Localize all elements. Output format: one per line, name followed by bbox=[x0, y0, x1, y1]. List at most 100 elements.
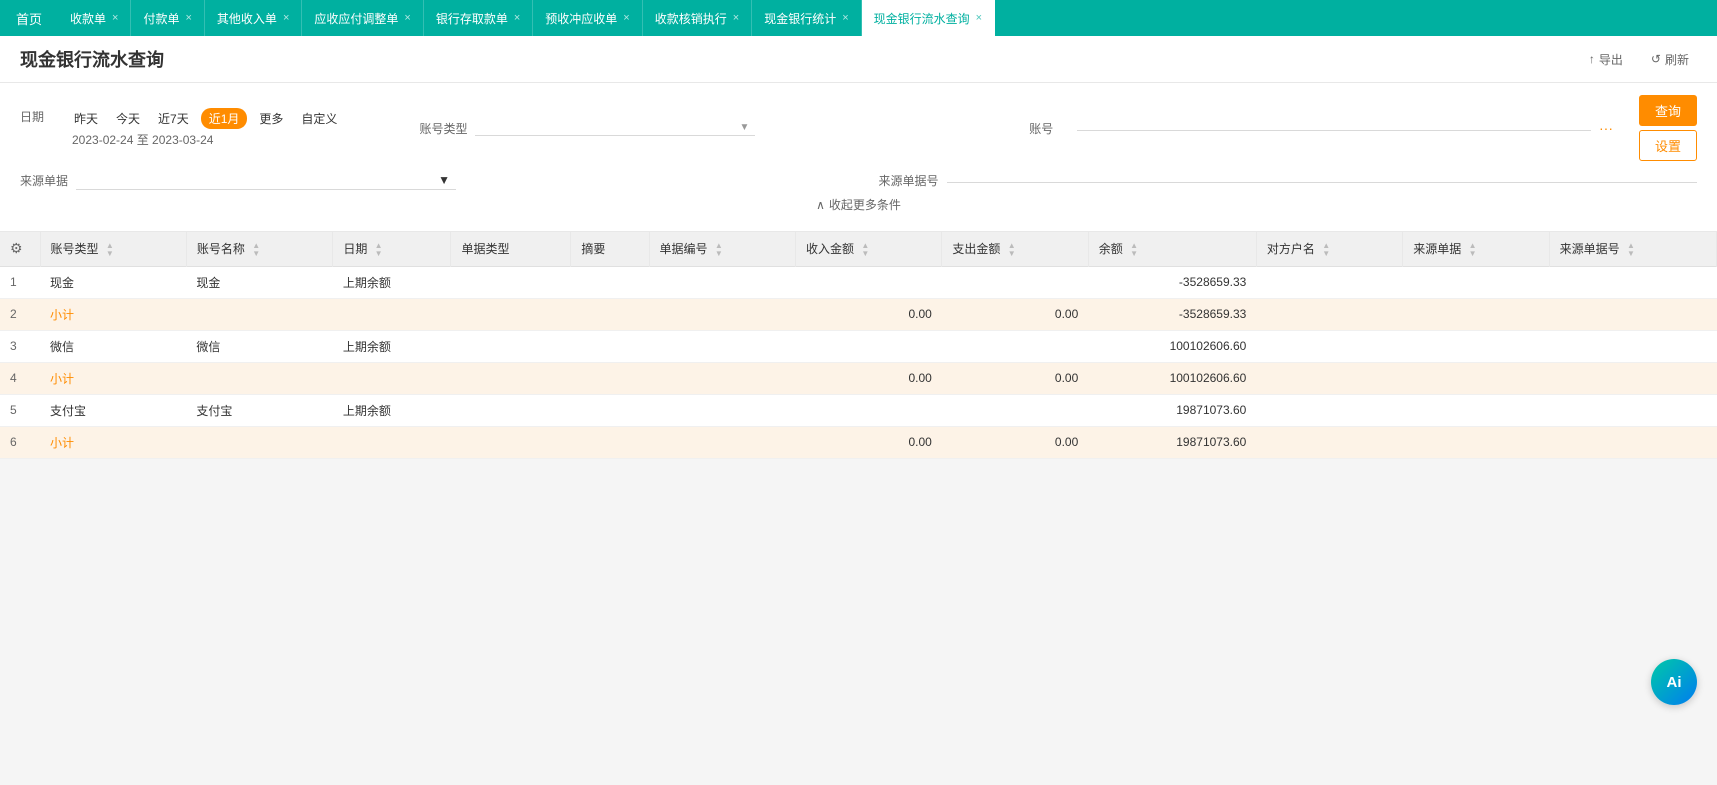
ai-assistant-button[interactable]: Ai bbox=[1651, 659, 1697, 705]
account-more-btn[interactable]: ··· bbox=[1599, 120, 1613, 136]
date-btn-7days[interactable]: 近7天 bbox=[152, 108, 195, 129]
gear-icon[interactable]: ⚙ bbox=[10, 240, 23, 256]
tab-银行存取款单[interactable]: 银行存取款单 × bbox=[424, 0, 533, 36]
th-balance[interactable]: 余额 ▲▼ bbox=[1088, 232, 1256, 266]
tab-现金银行流水查询[interactable]: 现金银行流水查询 × bbox=[862, 0, 995, 36]
close-现金银行流水查询[interactable]: × bbox=[976, 12, 982, 24]
cell-doc-no bbox=[649, 394, 795, 426]
close-应收应付调整单[interactable]: × bbox=[404, 12, 410, 24]
cell-doc-type bbox=[451, 266, 571, 298]
date-btn-more[interactable]: 更多 bbox=[253, 108, 289, 129]
date-btn-1month[interactable]: 近1月 bbox=[201, 108, 248, 129]
date-btn-yesterday[interactable]: 昨天 bbox=[68, 108, 104, 129]
th-date[interactable]: 日期 ▲▼ bbox=[333, 232, 451, 266]
cell-source-doc-no bbox=[1549, 362, 1716, 394]
th-doc-no[interactable]: 单据编号 ▲▼ bbox=[649, 232, 795, 266]
cell-doc-no bbox=[649, 330, 795, 362]
account-label: 账号 bbox=[1029, 120, 1069, 137]
close-预收冲应收单[interactable]: × bbox=[623, 12, 629, 24]
export-icon: ↑ bbox=[1589, 52, 1595, 66]
export-button[interactable]: ↑ 导出 bbox=[1581, 47, 1631, 72]
close-收款核销执行[interactable]: × bbox=[733, 12, 739, 24]
tab-预收冲应收单[interactable]: 预收冲应收单 × bbox=[533, 0, 642, 36]
sort-account-name-icon: ▲▼ bbox=[252, 242, 260, 258]
th-account-name[interactable]: 账号名称 ▲▼ bbox=[186, 232, 332, 266]
cell-account-name bbox=[186, 362, 332, 394]
cell-account-type: 小计 bbox=[40, 298, 186, 330]
source-doc-label: 来源单据 bbox=[20, 172, 68, 189]
th-income[interactable]: 收入金额 ▲▼ bbox=[795, 232, 941, 266]
th-account-type[interactable]: 账号类型 ▲▼ bbox=[40, 232, 186, 266]
close-收款单[interactable]: × bbox=[112, 12, 118, 24]
tab-应收应付调整单[interactable]: 应收应付调整单 × bbox=[302, 0, 423, 36]
table-row: 2小计0.000.00-3528659.33 bbox=[0, 298, 1717, 330]
cell-expense: 0.00 bbox=[942, 362, 1088, 394]
cell-row-num: 5 bbox=[0, 394, 40, 426]
tab-收款单[interactable]: 收款单 × bbox=[58, 0, 131, 36]
cell-counterparty bbox=[1256, 330, 1402, 362]
table-row: 3微信微信上期余额100102606.60 bbox=[0, 330, 1717, 362]
cell-balance: -3528659.33 bbox=[1088, 298, 1256, 330]
cell-source-doc bbox=[1403, 362, 1549, 394]
table-header-row: ⚙ 账号类型 ▲▼ 账号名称 ▲▼ 日期 ▲▼ 单据类型 摘要 单据编号 bbox=[0, 232, 1717, 266]
th-source-doc-no[interactable]: 来源单据号 ▲▼ bbox=[1549, 232, 1716, 266]
subtotal-label: 小计 bbox=[50, 308, 74, 322]
cell-balance: 19871073.60 bbox=[1088, 394, 1256, 426]
cell-summary bbox=[571, 426, 649, 458]
query-button[interactable]: 查询 bbox=[1639, 95, 1697, 126]
cell-doc-type bbox=[451, 426, 571, 458]
cell-date bbox=[333, 362, 451, 394]
date-btn-custom[interactable]: 自定义 bbox=[295, 108, 343, 129]
cell-account-name: 支付宝 bbox=[186, 394, 332, 426]
tab-付款单[interactable]: 付款单 × bbox=[131, 0, 204, 36]
cell-account-type: 微信 bbox=[40, 330, 186, 362]
sort-date-icon: ▲▼ bbox=[375, 242, 383, 258]
date-buttons: 昨天 今天 近7天 近1月 更多 自定义 bbox=[68, 108, 343, 129]
sort-counterparty-icon: ▲▼ bbox=[1322, 242, 1330, 258]
cell-expense bbox=[942, 394, 1088, 426]
source-doc-select[interactable]: ▼ bbox=[76, 171, 456, 190]
tab-现金银行统计[interactable]: 现金银行统计 × bbox=[752, 0, 861, 36]
source-doc-no-input[interactable] bbox=[947, 178, 1697, 183]
setting-button[interactable]: 设置 bbox=[1639, 130, 1697, 161]
cell-source-doc-no bbox=[1549, 394, 1716, 426]
cell-source-doc bbox=[1403, 266, 1549, 298]
page-header: 现金银行流水查询 ↑ 导出 ↺ 刷新 bbox=[0, 36, 1717, 83]
tab-收款核销执行[interactable]: 收款核销执行 × bbox=[643, 0, 752, 36]
close-付款单[interactable]: × bbox=[185, 12, 191, 24]
close-银行存取款单[interactable]: × bbox=[514, 12, 520, 24]
th-counterparty[interactable]: 对方户名 ▲▼ bbox=[1256, 232, 1402, 266]
date-btn-today[interactable]: 今天 bbox=[110, 108, 146, 129]
cell-income bbox=[795, 266, 941, 298]
close-现金银行统计[interactable]: × bbox=[842, 12, 848, 24]
cell-source-doc bbox=[1403, 426, 1549, 458]
cell-source-doc bbox=[1403, 394, 1549, 426]
table-body: 1现金现金上期余额-3528659.332小计0.000.00-3528659.… bbox=[0, 266, 1717, 458]
top-nav: 首页 收款单 × 付款单 × 其他收入单 × 应收应付调整单 × 银行存取款单 … bbox=[0, 0, 1717, 36]
refresh-button[interactable]: ↺ 刷新 bbox=[1643, 47, 1697, 72]
account-input[interactable] bbox=[1077, 126, 1591, 131]
cell-doc-type bbox=[451, 394, 571, 426]
table-row: 6小计0.000.0019871073.60 bbox=[0, 426, 1717, 458]
refresh-icon: ↺ bbox=[1651, 52, 1661, 66]
source-doc-no-label: 来源单据号 bbox=[879, 172, 939, 189]
cell-row-num: 2 bbox=[0, 298, 40, 330]
cell-doc-no bbox=[649, 362, 795, 394]
cell-expense: 0.00 bbox=[942, 298, 1088, 330]
cell-balance: 19871073.60 bbox=[1088, 426, 1256, 458]
nav-home[interactable]: 首页 bbox=[0, 0, 58, 36]
page-title: 现金银行流水查询 bbox=[20, 46, 164, 72]
th-source-doc[interactable]: 来源单据 ▲▼ bbox=[1403, 232, 1549, 266]
cell-summary bbox=[571, 394, 649, 426]
collapse-button[interactable]: ∧ 收起更多条件 bbox=[20, 190, 1697, 219]
tab-其他收入单[interactable]: 其他收入单 × bbox=[205, 0, 302, 36]
account-type-select[interactable]: ▼ bbox=[475, 120, 755, 136]
th-expense[interactable]: 支出金额 ▲▼ bbox=[942, 232, 1088, 266]
close-其他收入单[interactable]: × bbox=[283, 12, 289, 24]
cell-account-type: 现金 bbox=[40, 266, 186, 298]
sort-expense-icon: ▲▼ bbox=[1008, 242, 1016, 258]
cell-row-num: 6 bbox=[0, 426, 40, 458]
cell-source-doc bbox=[1403, 298, 1549, 330]
cell-balance: 100102606.60 bbox=[1088, 330, 1256, 362]
cell-income: 0.00 bbox=[795, 298, 941, 330]
